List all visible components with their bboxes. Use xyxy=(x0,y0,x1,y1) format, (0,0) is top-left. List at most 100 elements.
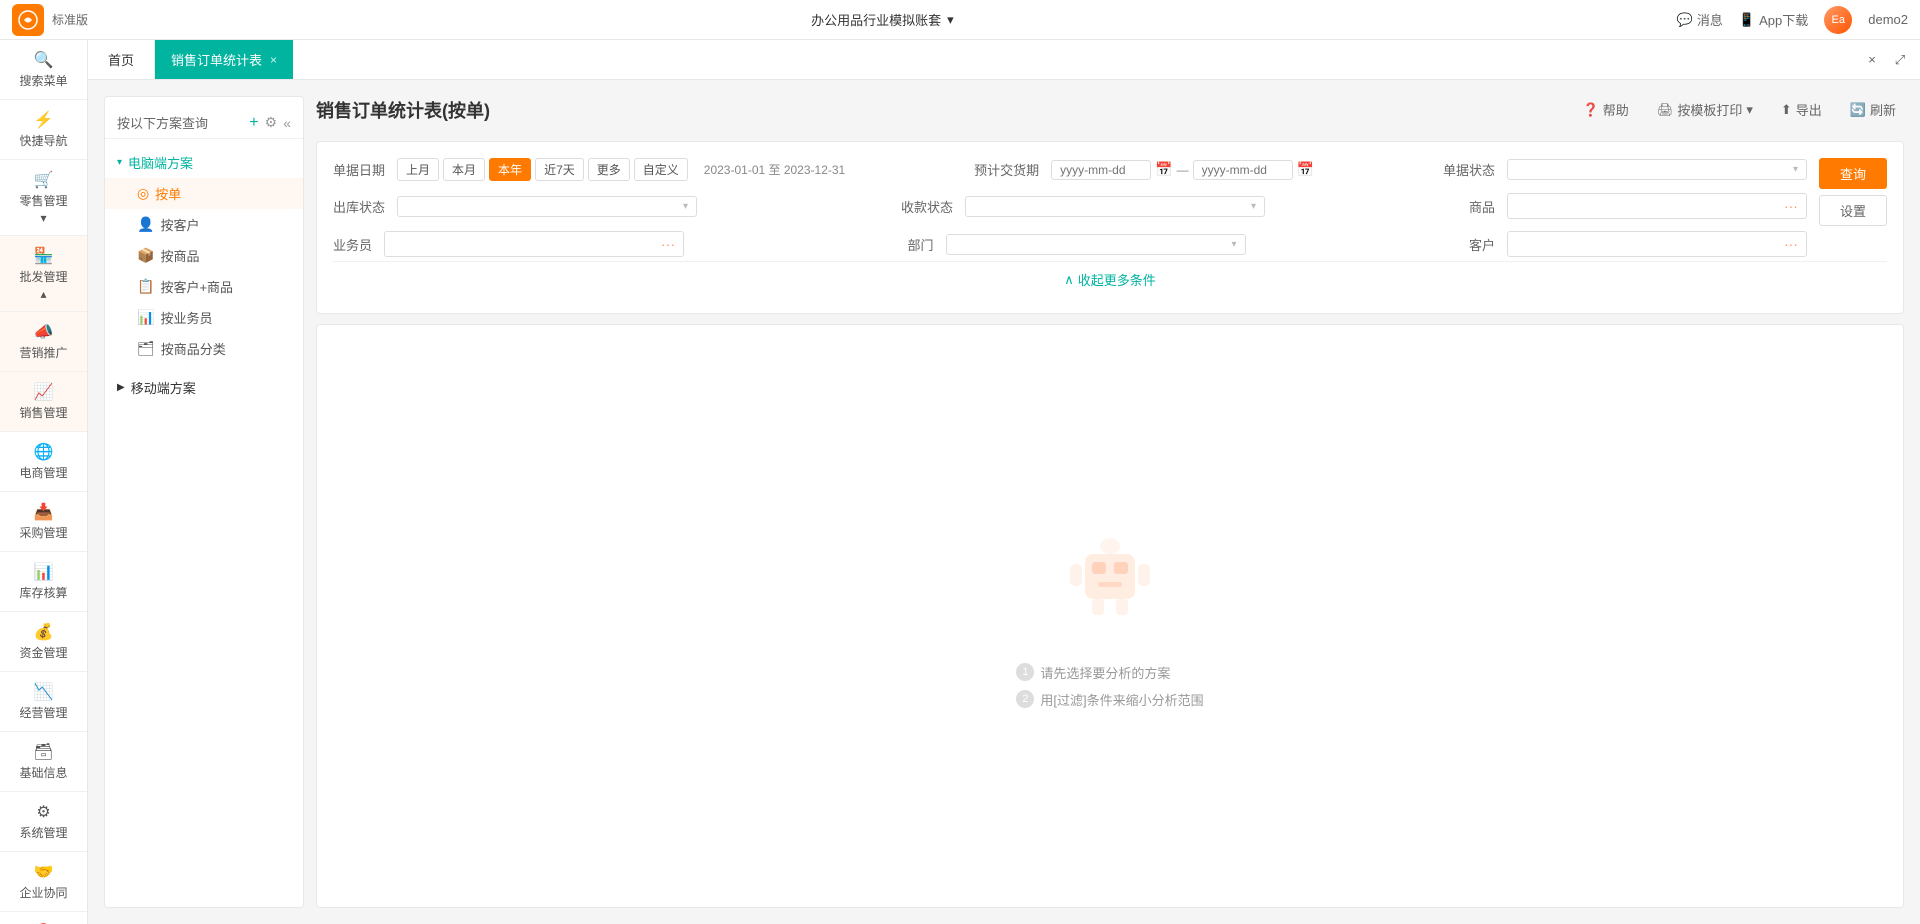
scheme-by-customer-product[interactable]: 📋 按客户+商品 xyxy=(105,271,303,302)
inventory-icon: 📊 xyxy=(34,562,54,582)
tab-home[interactable]: 首页 xyxy=(88,40,155,79)
sidebar-item-label: 经营管理 xyxy=(19,704,67,721)
sales-icon: 📈 xyxy=(34,382,54,402)
avatar[interactable]: Ea xyxy=(1824,6,1852,34)
tab-sales-order-stats[interactable]: 销售订单统计表 × xyxy=(155,40,293,79)
sidebar-item-search-menu[interactable]: 🔍 搜索菜单 xyxy=(0,40,87,100)
chevron-down-icon: ▾ xyxy=(40,211,46,225)
user-name: demo2 xyxy=(1868,12,1908,27)
sidebar-item-sales[interactable]: 📈 销售管理 xyxy=(0,372,87,432)
delivery-status-label: 出库状态 xyxy=(333,197,385,216)
payment-status-select[interactable]: ▾ xyxy=(965,196,1265,217)
customer-select[interactable]: ··· xyxy=(1507,231,1807,257)
sidebar-item-newbie[interactable]: 🎯 新手引导 xyxy=(0,912,87,924)
system-icon: ⚙ xyxy=(36,802,50,822)
sidebar-item-quick-nav[interactable]: ⚡ 快捷导航 xyxy=(0,100,87,160)
help-btn[interactable]: ❓ 帮助 xyxy=(1575,96,1637,123)
sidebar-item-label: 搜索菜单 xyxy=(19,72,67,89)
sidebar-item-cooperation[interactable]: 🤝 企业协同 xyxy=(0,852,87,912)
message-label: 消息 xyxy=(1697,10,1723,29)
tab-bar: 首页 销售订单统计表 × × ⤢ xyxy=(88,40,1920,80)
btn-last-7-days[interactable]: 近7天 xyxy=(535,158,584,181)
minimize-icon: × xyxy=(1868,52,1876,67)
sidebar-item-label: 营销推广 xyxy=(19,344,67,361)
export-btn[interactable]: ⬆ 导出 xyxy=(1773,96,1830,123)
scheme-by-order[interactable]: ◎ 按单 xyxy=(105,178,303,209)
tab-close-icon[interactable]: × xyxy=(270,53,277,67)
sidebar-item-ecommerce[interactable]: 🌐 电商管理 xyxy=(0,432,87,492)
customer-label: 客户 xyxy=(1469,235,1495,254)
tab-bar-actions: × ⤢ xyxy=(1860,40,1920,79)
sidebar-item-retail[interactable]: 🛒 零售管理 ▾ xyxy=(0,160,87,236)
sidebar-item-finance[interactable]: 💰 资金管理 xyxy=(0,612,87,672)
hint-text-1: 请先选择要分析的方案 xyxy=(1040,663,1170,682)
app-icon: 📱 xyxy=(1739,12,1755,28)
sidebar-item-label: 电商管理 xyxy=(19,464,67,481)
panel-actions: + ⚙ « xyxy=(249,114,291,132)
salesman-label: 业务员 xyxy=(333,235,372,254)
topbar: 标准版 办公用品行业模拟账套 ▾ 💬 消息 📱 App下载 Ea demo2 xyxy=(0,0,1920,40)
sidebar-item-label: 资金管理 xyxy=(19,644,67,661)
message-icon: 💬 xyxy=(1677,12,1693,28)
action-buttons: 查询 设置 xyxy=(1819,158,1887,257)
breadcrumb-text: 办公用品行业模拟账套 xyxy=(811,10,941,29)
topbar-breadcrumb[interactable]: 办公用品行业模拟账套 ▾ xyxy=(811,10,954,29)
scheme-group-desktop-label[interactable]: ▾ 电脑端方案 xyxy=(105,147,303,178)
btn-custom[interactable]: 自定义 xyxy=(634,158,688,181)
calendar-end-icon: 📅 xyxy=(1297,161,1314,178)
delivery-arrow-icon: ▾ xyxy=(683,201,688,212)
sidebar-item-basic[interactable]: 🗃 基础信息 xyxy=(0,732,87,792)
scheme-salesman-icon: 📊 xyxy=(137,309,154,326)
app-download-btn[interactable]: 📱 App下载 xyxy=(1739,10,1808,29)
scheme-group-mobile-label[interactable]: ▶ 移动端方案 xyxy=(105,372,303,403)
salesman-select[interactable]: ··· xyxy=(384,231,684,257)
filter-panel: 单据日期 上月 本月 本年 近7天 更多 自定义 2023-01-01 至 20… xyxy=(316,141,1904,314)
tab-maximize-btn[interactable]: ⤢ xyxy=(1888,48,1912,72)
refresh-btn[interactable]: 🔄 刷新 xyxy=(1842,96,1904,123)
print-icon: 🖨 xyxy=(1657,102,1674,118)
search-button[interactable]: 查询 xyxy=(1819,158,1887,189)
scheme-by-category[interactable]: 🗂 按商品分类 xyxy=(105,333,303,364)
department-select[interactable]: ▾ xyxy=(946,234,1246,255)
main-area: 首页 销售订单统计表 × × ⤢ 按以下方案查询 xyxy=(88,40,1920,924)
filter-row-3: 业务员 ··· 部门 ▾ 客户 xyxy=(333,231,1807,257)
hint-item-2: 2 用[过滤]条件来缩小分析范围 xyxy=(1016,690,1203,709)
sidebar-item-label: 批发管理 xyxy=(19,268,67,285)
sidebar-item-purchase[interactable]: 📥 采购管理 xyxy=(0,492,87,552)
chevron-up-icon: ∧ xyxy=(1064,272,1074,288)
btn-more[interactable]: 更多 xyxy=(588,158,630,181)
print-btn[interactable]: 🖨 按模板打印 ▾ xyxy=(1649,96,1761,123)
date-end-input[interactable] xyxy=(1193,160,1293,180)
tab-minimize-btn[interactable]: × xyxy=(1860,48,1884,72)
ecommerce-icon: 🌐 xyxy=(34,442,54,462)
btn-last-month[interactable]: 上月 xyxy=(397,158,439,181)
sidebar-item-marketing[interactable]: 📣 营销推广 xyxy=(0,312,87,372)
message-btn[interactable]: 💬 消息 xyxy=(1677,10,1723,29)
scheme-customer-product-icon: 📋 xyxy=(137,278,154,295)
scheme-settings-btn[interactable]: ⚙ xyxy=(265,114,278,131)
btn-this-year[interactable]: 本年 xyxy=(489,158,531,181)
sidebar-item-system[interactable]: ⚙ 系统管理 xyxy=(0,792,87,852)
scheme-by-product[interactable]: 📦 按商品 xyxy=(105,240,303,271)
product-select[interactable]: ··· xyxy=(1507,193,1807,219)
add-scheme-btn[interactable]: + xyxy=(249,114,258,132)
scheme-by-salesman[interactable]: 📊 按业务员 xyxy=(105,302,303,333)
collapse-panel-btn[interactable]: « xyxy=(283,115,291,131)
page-title: 销售订单统计表(按单) xyxy=(316,97,490,123)
logo-text: 标准版 xyxy=(52,11,88,28)
dept-arrow-icon: ▾ xyxy=(1231,239,1236,250)
sidebar-item-operations[interactable]: 📉 经营管理 xyxy=(0,672,87,732)
filter-row-1: 单据日期 上月 本月 本年 近7天 更多 自定义 2023-01-01 至 20… xyxy=(333,158,1807,181)
scheme-by-customer[interactable]: 👤 按客户 xyxy=(105,209,303,240)
collapse-filter-btn[interactable]: ∧ 收起更多条件 xyxy=(333,261,1887,297)
sidebar: 🔍 搜索菜单 ⚡ 快捷导航 🛒 零售管理 ▾ 🏪 批发管理 ▴ 📣 营销推广 📈… xyxy=(0,40,88,924)
delivery-status-select[interactable]: ▾ xyxy=(397,196,697,217)
sidebar-item-inventory[interactable]: 📊 库存核算 xyxy=(0,552,87,612)
date-start-input[interactable] xyxy=(1051,160,1151,180)
empty-hint: 1 请先选择要分析的方案 2 用[过滤]条件来缩小分析范围 xyxy=(1016,663,1203,709)
sidebar-item-wholesale[interactable]: 🏪 批发管理 ▴ xyxy=(0,236,87,312)
btn-this-month[interactable]: 本月 xyxy=(443,158,485,181)
order-status-select[interactable]: ▾ xyxy=(1507,159,1807,180)
settings-button[interactable]: 设置 xyxy=(1819,195,1887,226)
scheme-customer-icon: 👤 xyxy=(137,216,154,233)
